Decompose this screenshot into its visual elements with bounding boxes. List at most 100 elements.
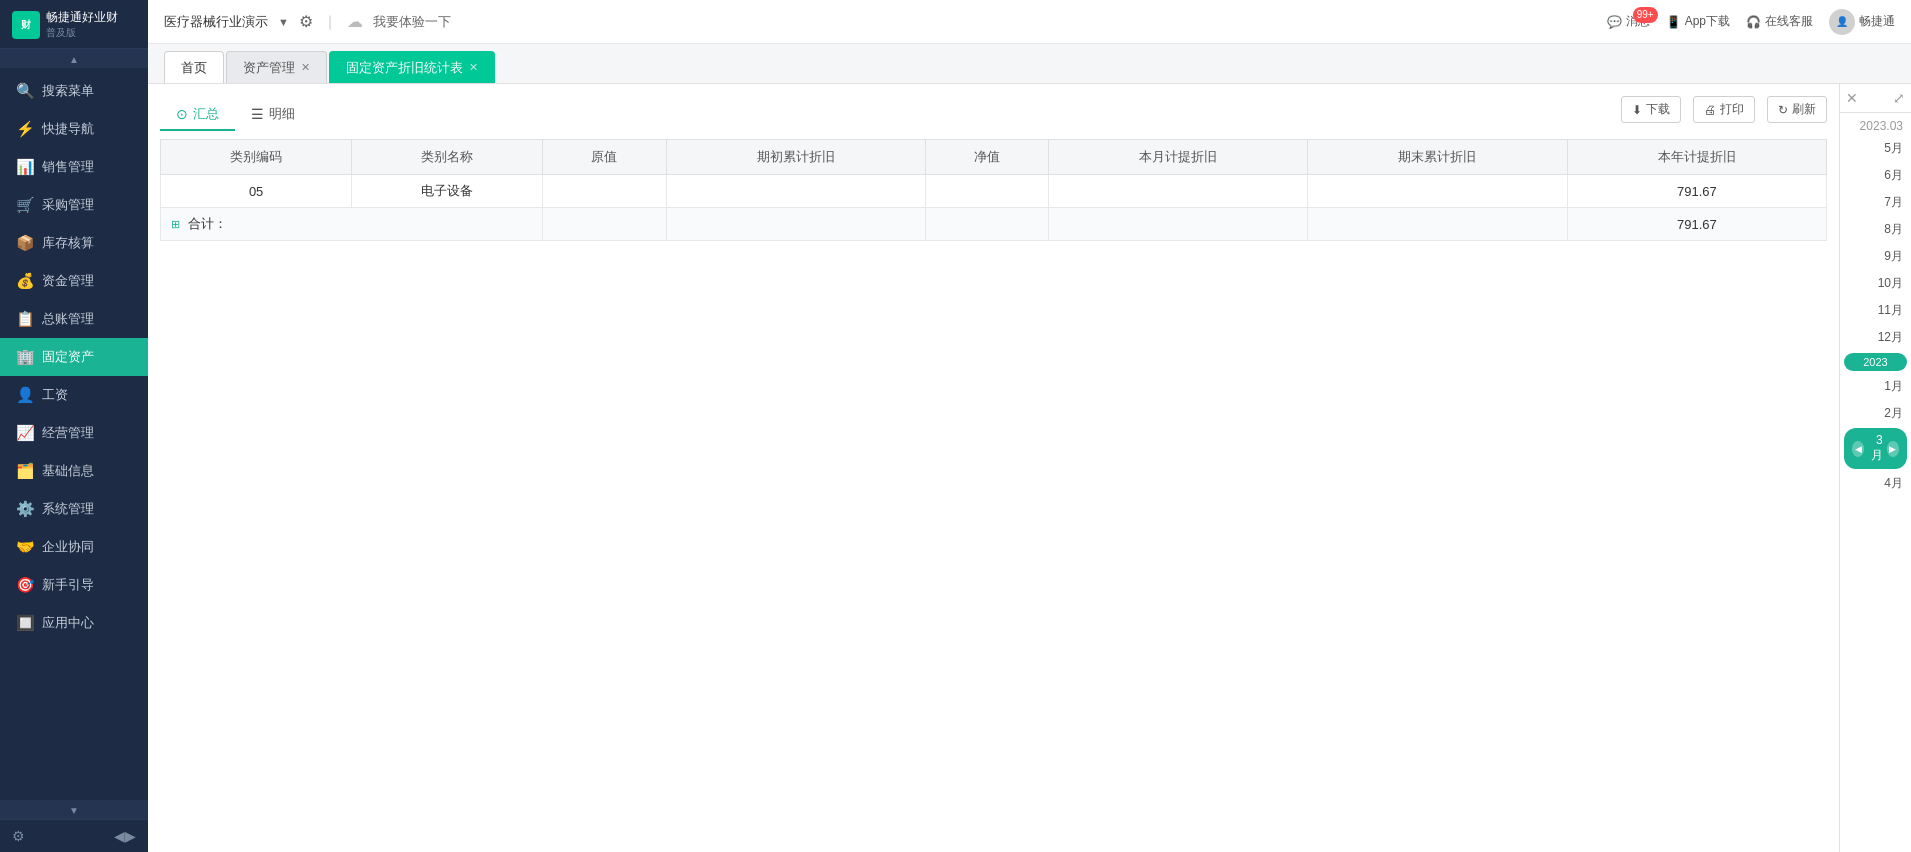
print-icon: 🖨: [1704, 103, 1716, 117]
topbar: 医疗器械行业演示 ▼ ⚙ ｜ ☁ 我要体验一下 💬 消息 99+ 📱 App下载…: [148, 0, 1911, 44]
sidebar-item-label: 采购管理: [42, 196, 94, 214]
sidebar-item-funds[interactable]: 💰 资金管理: [0, 262, 148, 300]
online-service-btn[interactable]: 🎧 在线客服: [1746, 13, 1813, 30]
sub-tabs: ⊙ 汇总 ☰ 明细: [160, 99, 311, 129]
print-button[interactable]: 🖨 打印: [1693, 96, 1755, 123]
tabbar: 首页 资产管理 ✕ 固定资产折旧统计表 ✕: [148, 44, 1911, 84]
user-btn[interactable]: 👤 畅捷通: [1829, 9, 1895, 35]
date-item-5[interactable]: 5月: [1840, 135, 1911, 162]
sidebar-scroll-down[interactable]: ▼: [0, 800, 148, 819]
experience-btn[interactable]: 我要体验一下: [373, 13, 451, 31]
depreciation-table: 类别编码 类别名称 原值 期初累计折旧 净值 本月计提折旧 期末累计折旧 本年计…: [160, 139, 1827, 241]
sidebar-item-label: 固定资产: [42, 348, 94, 366]
apps-icon: 🔲: [16, 614, 34, 632]
tab-fixed-close[interactable]: ✕: [469, 61, 478, 74]
date-item-10[interactable]: 10月: [1840, 270, 1911, 297]
total-text: 合计：: [188, 216, 227, 231]
row-original: [543, 175, 666, 208]
sidebar-item-guide[interactable]: 🎯 新手引导: [0, 566, 148, 604]
app-download-btn[interactable]: 📱 App下载: [1666, 13, 1730, 30]
col-init-depr: 期初累计折旧: [666, 140, 925, 175]
sidebar-item-ledger[interactable]: 📋 总账管理: [0, 300, 148, 338]
col-original: 原值: [543, 140, 666, 175]
content-main: ⊙ 汇总 ☰ 明细 ⬇ 下载 🖨 打印: [148, 84, 1839, 852]
sidebar-item-purchase[interactable]: 🛒 采购管理: [0, 186, 148, 224]
sidebar-item-label: 应用中心: [42, 614, 94, 632]
col-month-depr: 本月计提折旧: [1048, 140, 1307, 175]
tab-asset-label: 资产管理: [243, 59, 295, 77]
sub-tab-summary[interactable]: ⊙ 汇总: [160, 99, 235, 131]
date-item-4[interactable]: 4月: [1840, 470, 1911, 497]
date-nav-prev[interactable]: ◀: [1852, 441, 1864, 457]
row-year-depr: 791.67: [1567, 175, 1826, 208]
date-item-8[interactable]: 8月: [1840, 216, 1911, 243]
sidebar-item-sales[interactable]: 📊 销售管理: [0, 148, 148, 186]
sidebar-item-system[interactable]: ⚙️ 系统管理: [0, 490, 148, 528]
date-year-2023[interactable]: 2023: [1844, 353, 1907, 371]
detail-icon: ☰: [251, 106, 264, 122]
company-settings-icon[interactable]: ⚙: [299, 12, 313, 31]
sidebar-item-operations[interactable]: 📈 经营管理: [0, 414, 148, 452]
topbar-left: 医疗器械行业演示 ▼ ⚙ ｜ ☁ 我要体验一下: [164, 12, 451, 31]
date-item-9[interactable]: 9月: [1840, 243, 1911, 270]
content-area: ⊙ 汇总 ☰ 明细 ⬇ 下载 🖨 打印: [148, 84, 1911, 852]
panel-close-icon[interactable]: ✕: [1846, 90, 1858, 106]
table-row: 05 电子设备 791.67: [161, 175, 1827, 208]
col-end-depr: 期末累计折旧: [1308, 140, 1567, 175]
row-init-depr: [666, 175, 925, 208]
table-wrap: 类别编码 类别名称 原值 期初累计折旧 净值 本月计提折旧 期末累计折旧 本年计…: [160, 139, 1827, 241]
date-item-7[interactable]: 7月: [1840, 189, 1911, 216]
col-net: 净值: [925, 140, 1048, 175]
row-month-depr: [1048, 175, 1307, 208]
logo-icon: 财: [12, 11, 40, 39]
purchase-icon: 🛒: [16, 196, 34, 214]
sidebar-item-search[interactable]: 🔍 搜索菜单: [0, 72, 148, 110]
sidebar-item-quicknav[interactable]: ⚡ 快捷导航: [0, 110, 148, 148]
sidebar-item-label: 企业协同: [42, 538, 94, 556]
sidebar-item-label: 新手引导: [42, 576, 94, 594]
date-item-6[interactable]: 6月: [1840, 162, 1911, 189]
sidebar-item-apps[interactable]: 🔲 应用中心: [0, 604, 148, 642]
tab-fixed-deprec[interactable]: 固定资产折旧统计表 ✕: [329, 51, 495, 83]
date-item-11[interactable]: 11月: [1840, 297, 1911, 324]
sub-tab-detail[interactable]: ☰ 明细: [235, 99, 311, 131]
salary-icon: 👤: [16, 386, 34, 404]
tab-asset-close[interactable]: ✕: [301, 61, 310, 74]
sidebar-item-label: 经营管理: [42, 424, 94, 442]
tab-fixed-label: 固定资产折旧统计表: [346, 59, 463, 77]
refresh-button[interactable]: ↻ 刷新: [1767, 96, 1827, 123]
tab-asset-mgmt[interactable]: 资产管理 ✕: [226, 51, 327, 83]
total-init-depr: [666, 208, 925, 241]
sidebar-item-coop[interactable]: 🤝 企业协同: [0, 528, 148, 566]
operations-icon: 📈: [16, 424, 34, 442]
topbar-divider: ｜: [323, 13, 337, 31]
logo-sub: 普及版: [46, 26, 118, 40]
date-item-12[interactable]: 12月: [1840, 324, 1911, 351]
search-icon: 🔍: [16, 82, 34, 100]
total-year-depr: 791.67: [1567, 208, 1826, 241]
right-panel: ✕ ⤢ 2023.03 5月 6月 7月 8月 9月 10月 11月 12月 2…: [1839, 84, 1911, 852]
date-item-2[interactable]: 2月: [1840, 400, 1911, 427]
date-item-3[interactable]: ◀ 3月 ▶: [1844, 428, 1907, 469]
download-button[interactable]: ⬇ 下载: [1621, 96, 1681, 123]
sidebar-item-basic[interactable]: 🗂️ 基础信息: [0, 452, 148, 490]
sidebar-scroll-up[interactable]: ▲: [0, 49, 148, 68]
total-row: ⊞ 合计： 791.67: [161, 208, 1827, 241]
settings-icon[interactable]: ⚙: [12, 828, 25, 844]
sidebar-item-inventory[interactable]: 📦 库存核算: [0, 224, 148, 262]
panel-expand-icon[interactable]: ⤢: [1893, 90, 1905, 106]
collapse-icon[interactable]: ◀▶: [114, 828, 136, 844]
sidebar-bottom: ⚙ ◀▶: [0, 819, 148, 852]
messages-btn[interactable]: 💬 消息 99+: [1607, 13, 1650, 30]
sidebar-item-fixed[interactable]: 🏢 固定资产: [0, 338, 148, 376]
app-icon: 📱: [1666, 15, 1681, 29]
total-net: [925, 208, 1048, 241]
app-label: App下载: [1685, 13, 1730, 30]
sidebar-item-salary[interactable]: 👤 工资: [0, 376, 148, 414]
quicknav-icon: ⚡: [16, 120, 34, 138]
company-dropdown-icon[interactable]: ▼: [278, 16, 289, 28]
date-item-1[interactable]: 1月: [1840, 373, 1911, 400]
toolbar: ⬇ 下载 🖨 打印 ↻ 刷新: [1621, 96, 1827, 123]
tab-home[interactable]: 首页: [164, 51, 224, 83]
date-nav-next[interactable]: ▶: [1887, 441, 1899, 457]
